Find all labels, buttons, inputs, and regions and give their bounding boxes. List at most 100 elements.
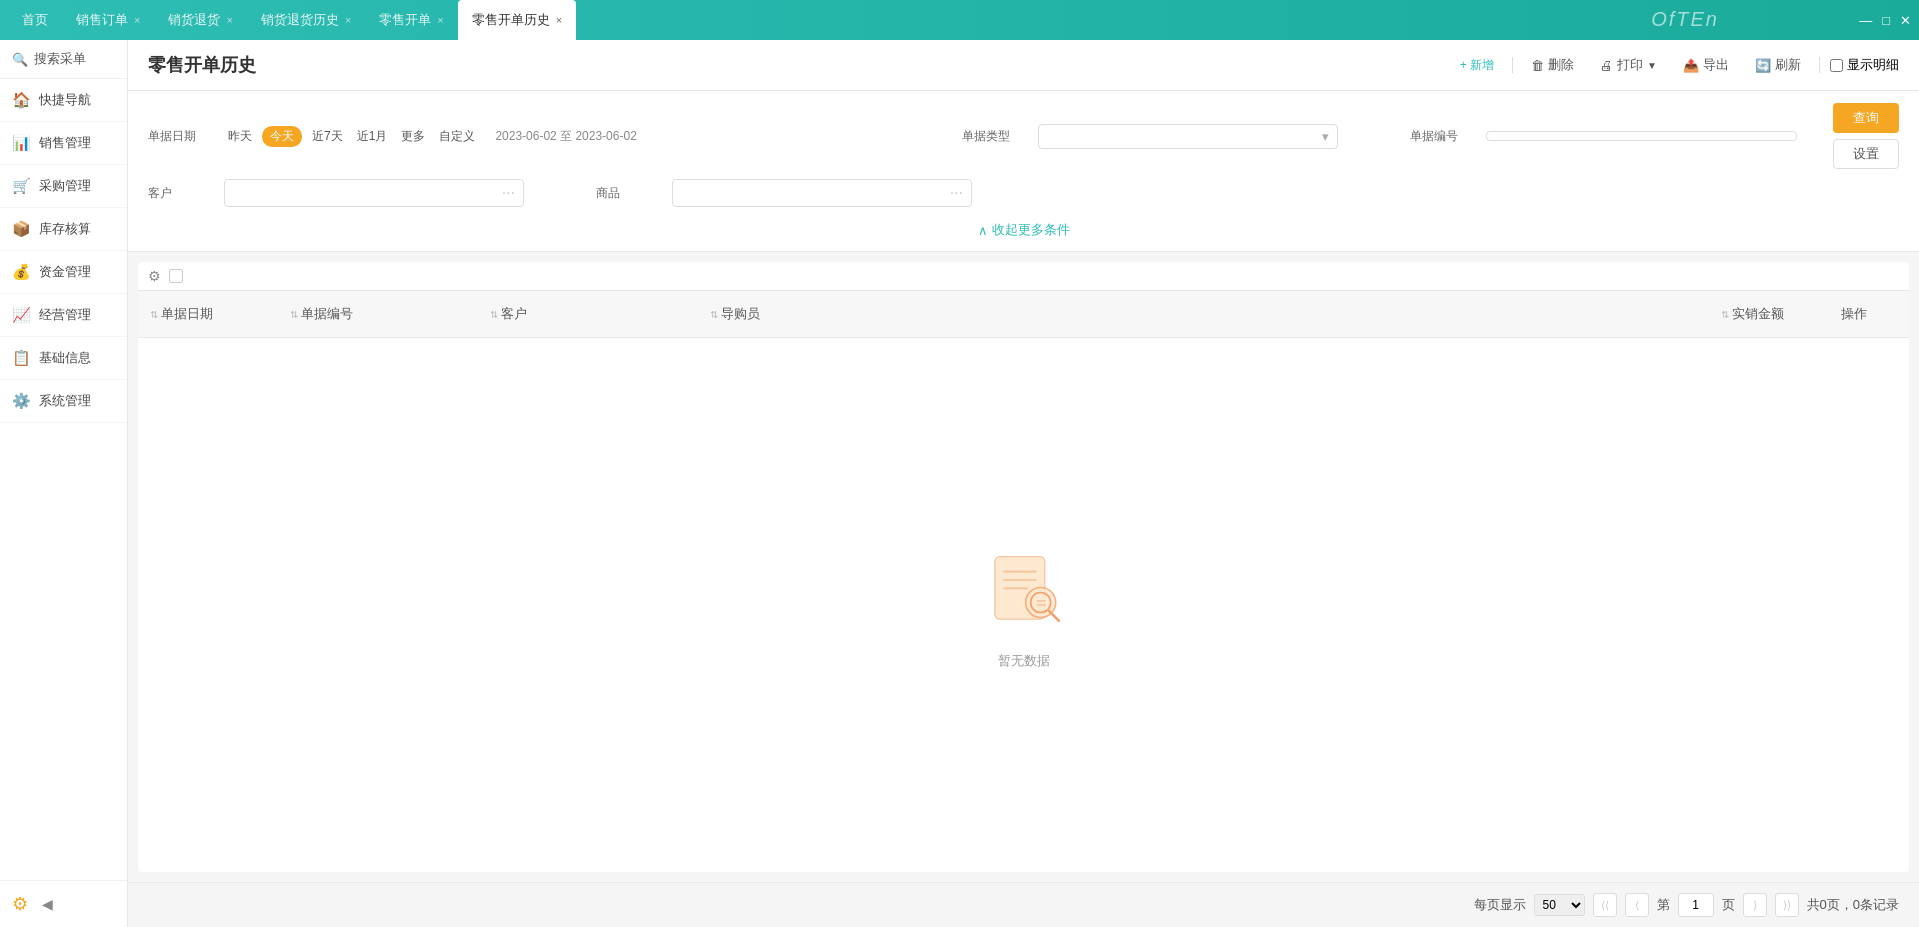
add-button[interactable]: + 新增 <box>1452 53 1502 78</box>
tab-sales-order[interactable]: 销售订单× <box>62 0 154 40</box>
delete-button[interactable]: 🗑 删除 <box>1523 52 1582 78</box>
top-bar: 首页销售订单×销货退货×销货退货历史×零售开单×零售开单历史× OfTEn — … <box>0 0 1919 40</box>
table-header: ⇅ 单据日期 ⇅ 单据编号 ⇅ 客户 ⇅ 导购员 ⇅ 实销 <box>138 291 1909 338</box>
sidebar: 🔍 搜索采单 🏠 快捷导航 📊销售管理🛒采购管理📦库存核算 💰 资金管理 📈经营管理📋基础… <box>0 40 128 927</box>
th-spacer <box>848 299 1709 329</box>
client-filter-label: 客户 <box>148 185 208 202</box>
filter-settings-button[interactable]: 设置 <box>1833 139 1899 169</box>
refresh-button[interactable]: 🔄 刷新 <box>1747 52 1809 78</box>
tab-close-sales-order[interactable]: × <box>134 14 140 26</box>
print-icon: 🖨 <box>1600 58 1613 73</box>
query-button[interactable]: 查询 <box>1833 103 1899 133</box>
sort-icon-num[interactable]: ⇅ <box>290 309 298 320</box>
select-all-checkbox[interactable] <box>169 269 183 283</box>
sidebar-search-label: 搜索采单 <box>34 50 86 68</box>
first-page-btn[interactable]: ⟨⟨ <box>1593 893 1617 917</box>
th-action: 操作 <box>1829 299 1909 329</box>
page-unit: 页 <box>1722 896 1735 914</box>
sidebar-icon-system: ⚙️ <box>12 392 31 410</box>
empty-icon <box>974 540 1074 640</box>
client-dots: ··· <box>502 184 515 202</box>
sidebar-label-finance: 资金管理 <box>39 263 91 281</box>
type-filter-select[interactable]: ▾ <box>1038 124 1338 149</box>
sidebar-item-sales[interactable]: 📊销售管理 <box>0 122 127 165</box>
empty-state: 暂无数据 <box>138 338 1909 872</box>
query-settings-group: 查询 设置 <box>1833 103 1899 169</box>
content-area: 零售开单历史 + 新增 🗑 删除 🖨 打印 ▼ 📤 导出 � <box>128 40 1919 927</box>
sidebar-label-operations: 经营管理 <box>39 306 91 324</box>
sort-icon-amount[interactable]: ⇅ <box>1721 309 1729 320</box>
tab-sales-return[interactable]: 销货退货× <box>154 0 246 40</box>
sidebar-item-quick-nav[interactable]: 🏠 快捷导航 <box>0 79 127 122</box>
close-btn[interactable]: ✕ <box>1900 13 1911 28</box>
tab-close-retail-open-history[interactable]: × <box>556 14 562 26</box>
page-size-select[interactable]: 50 10 20 100 <box>1534 894 1585 916</box>
sidebar-bottom: ⚙ ◀ <box>0 880 127 927</box>
filter-section: 单据日期 昨天今天近7天近1月更多自定义 2023-06-02 至 2023-0… <box>128 91 1919 252</box>
collapse-sidebar-btn[interactable]: ◀ <box>42 896 53 912</box>
next-page-btn[interactable]: ⟩ <box>1743 893 1767 917</box>
maximize-btn[interactable]: □ <box>1882 13 1890 28</box>
tab-close-sales-return-history[interactable]: × <box>345 14 351 26</box>
export-button[interactable]: 📤 导出 <box>1675 52 1737 78</box>
divider2 <box>1819 57 1820 73</box>
table-section: ⚙ ⇅ 单据日期 ⇅ 单据编号 ⇅ 客户 ⇅ 导购员 <box>138 262 1909 872</box>
page-label: 第 <box>1657 896 1670 914</box>
collapse-icon: ∧ <box>978 223 988 238</box>
last-page-btn[interactable]: ⟩⟩ <box>1775 893 1799 917</box>
date-opt-yesterday[interactable]: 昨天 <box>224 126 256 147</box>
table-settings-icon[interactable]: ⚙ <box>148 268 161 284</box>
sidebar-icon-quick-nav: 🏠 <box>12 91 31 109</box>
sidebar-item-basic-info[interactable]: 📋基础信息 <box>0 337 127 380</box>
brand-label: OfTEn <box>1651 8 1719 31</box>
tab-home[interactable]: 首页 <box>8 0 62 40</box>
sidebar-icon-finance: 💰 <box>12 263 31 281</box>
sidebar-item-system[interactable]: ⚙️系统管理 <box>0 380 127 423</box>
sort-icon-guide[interactable]: ⇅ <box>710 309 718 320</box>
sidebar-item-inventory[interactable]: 📦库存核算 <box>0 208 127 251</box>
date-opt-custom[interactable]: 自定义 <box>435 126 479 147</box>
num-filter-label: 单据编号 <box>1410 128 1470 145</box>
display-detail-toggle[interactable]: 显示明细 <box>1830 56 1899 74</box>
date-opt-more[interactable]: 更多 <box>397 126 429 147</box>
date-opt-last30[interactable]: 近1月 <box>353 126 392 147</box>
date-opt-today[interactable]: 今天 <box>262 126 302 147</box>
sort-icon-client[interactable]: ⇅ <box>490 309 498 320</box>
tab-retail-open[interactable]: 零售开单× <box>365 0 457 40</box>
collapse-bar[interactable]: ∧ 收起更多条件 <box>148 217 1899 239</box>
sidebar-item-finance[interactable]: 💰 资金管理 <box>0 251 127 294</box>
sidebar-item-purchase[interactable]: 🛒采购管理 <box>0 165 127 208</box>
minimize-btn[interactable]: — <box>1859 13 1872 28</box>
date-opt-last7[interactable]: 近7天 <box>308 126 347 147</box>
print-button[interactable]: 🖨 打印 ▼ <box>1592 52 1665 78</box>
divider <box>1512 57 1513 73</box>
page-number-input[interactable] <box>1678 893 1714 917</box>
tab-close-sales-return[interactable]: × <box>226 14 232 26</box>
tab-sales-return-history[interactable]: 销货退货历史× <box>247 0 365 40</box>
sidebar-item-operations[interactable]: 📈经营管理 <box>0 294 127 337</box>
display-detail-checkbox[interactable] <box>1830 59 1843 72</box>
delete-icon: 🗑 <box>1531 58 1544 73</box>
tab-close-retail-open[interactable]: × <box>437 14 443 26</box>
sidebar-label-inventory: 库存核算 <box>39 220 91 238</box>
th-date: ⇅ 单据日期 <box>138 299 278 329</box>
export-icon: 📤 <box>1683 58 1699 73</box>
client-filter-input[interactable]: ··· <box>224 179 524 207</box>
th-guide: ⇅ 导购员 <box>698 299 848 329</box>
sidebar-label-quick-nav: 快捷导航 <box>39 91 91 109</box>
window-controls: — □ ✕ <box>1859 13 1911 28</box>
goods-filter-label: 商品 <box>596 185 656 202</box>
sidebar-search[interactable]: 🔍 搜索采单 <box>0 40 127 79</box>
num-filter-input[interactable] <box>1486 131 1797 141</box>
sidebar-icon-purchase: 🛒 <box>12 177 31 195</box>
page-size-label: 每页显示 <box>1474 896 1526 914</box>
settings-icon[interactable]: ⚙ <box>12 893 28 915</box>
table-toolbar: ⚙ <box>138 262 1909 291</box>
collapse-label: 收起更多条件 <box>992 221 1070 239</box>
search-icon: 🔍 <box>12 52 28 67</box>
prev-page-btn[interactable]: ⟨ <box>1625 893 1649 917</box>
svg-line-6 <box>1049 611 1059 621</box>
tab-retail-open-history[interactable]: 零售开单历史× <box>458 0 576 40</box>
sort-icon-date[interactable]: ⇅ <box>150 309 158 320</box>
goods-filter-input[interactable]: ··· <box>672 179 972 207</box>
